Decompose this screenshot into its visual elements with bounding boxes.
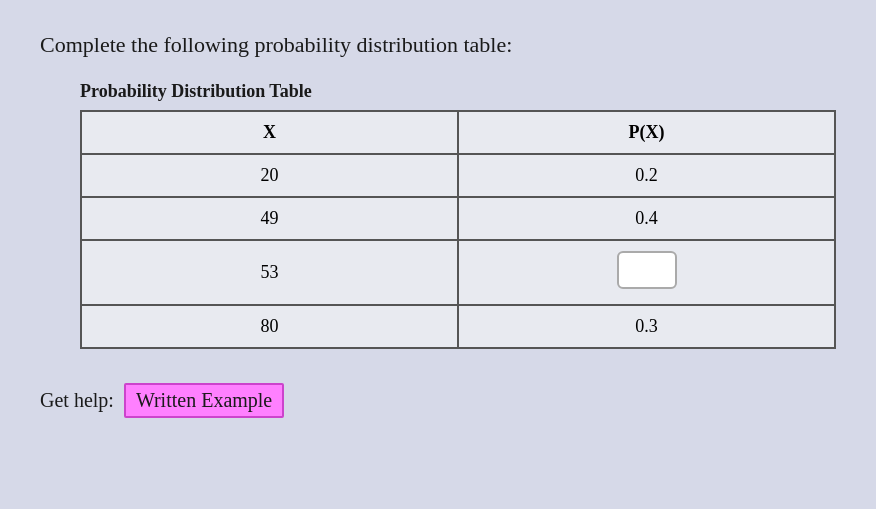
instruction-text: Complete the following probability distr… [40,30,836,61]
cell-px-0: 0.2 [458,154,835,197]
cell-px-1: 0.4 [458,197,835,240]
col-header-x: X [81,111,458,154]
cell-x-0: 20 [81,154,458,197]
table-title: Probability Distribution Table [80,81,836,102]
get-help-label: Get help: [40,389,114,412]
table-row: 53 [81,240,835,305]
table-row: 800.3 [81,305,835,348]
cell-x-3: 80 [81,305,458,348]
table-header-row: X P(X) [81,111,835,154]
table-row: 200.2 [81,154,835,197]
probability-table: X P(X) 200.2490.453800.3 [80,110,836,349]
cell-x-2: 53 [81,240,458,305]
probability-input-2[interactable] [617,251,677,289]
get-help-section: Get help: Written Example [40,383,836,418]
cell-px-2[interactable] [458,240,835,305]
cell-x-1: 49 [81,197,458,240]
written-example-button[interactable]: Written Example [124,383,284,418]
table-row: 490.4 [81,197,835,240]
cell-px-3: 0.3 [458,305,835,348]
main-container: Complete the following probability distr… [0,0,876,509]
col-header-px: P(X) [458,111,835,154]
